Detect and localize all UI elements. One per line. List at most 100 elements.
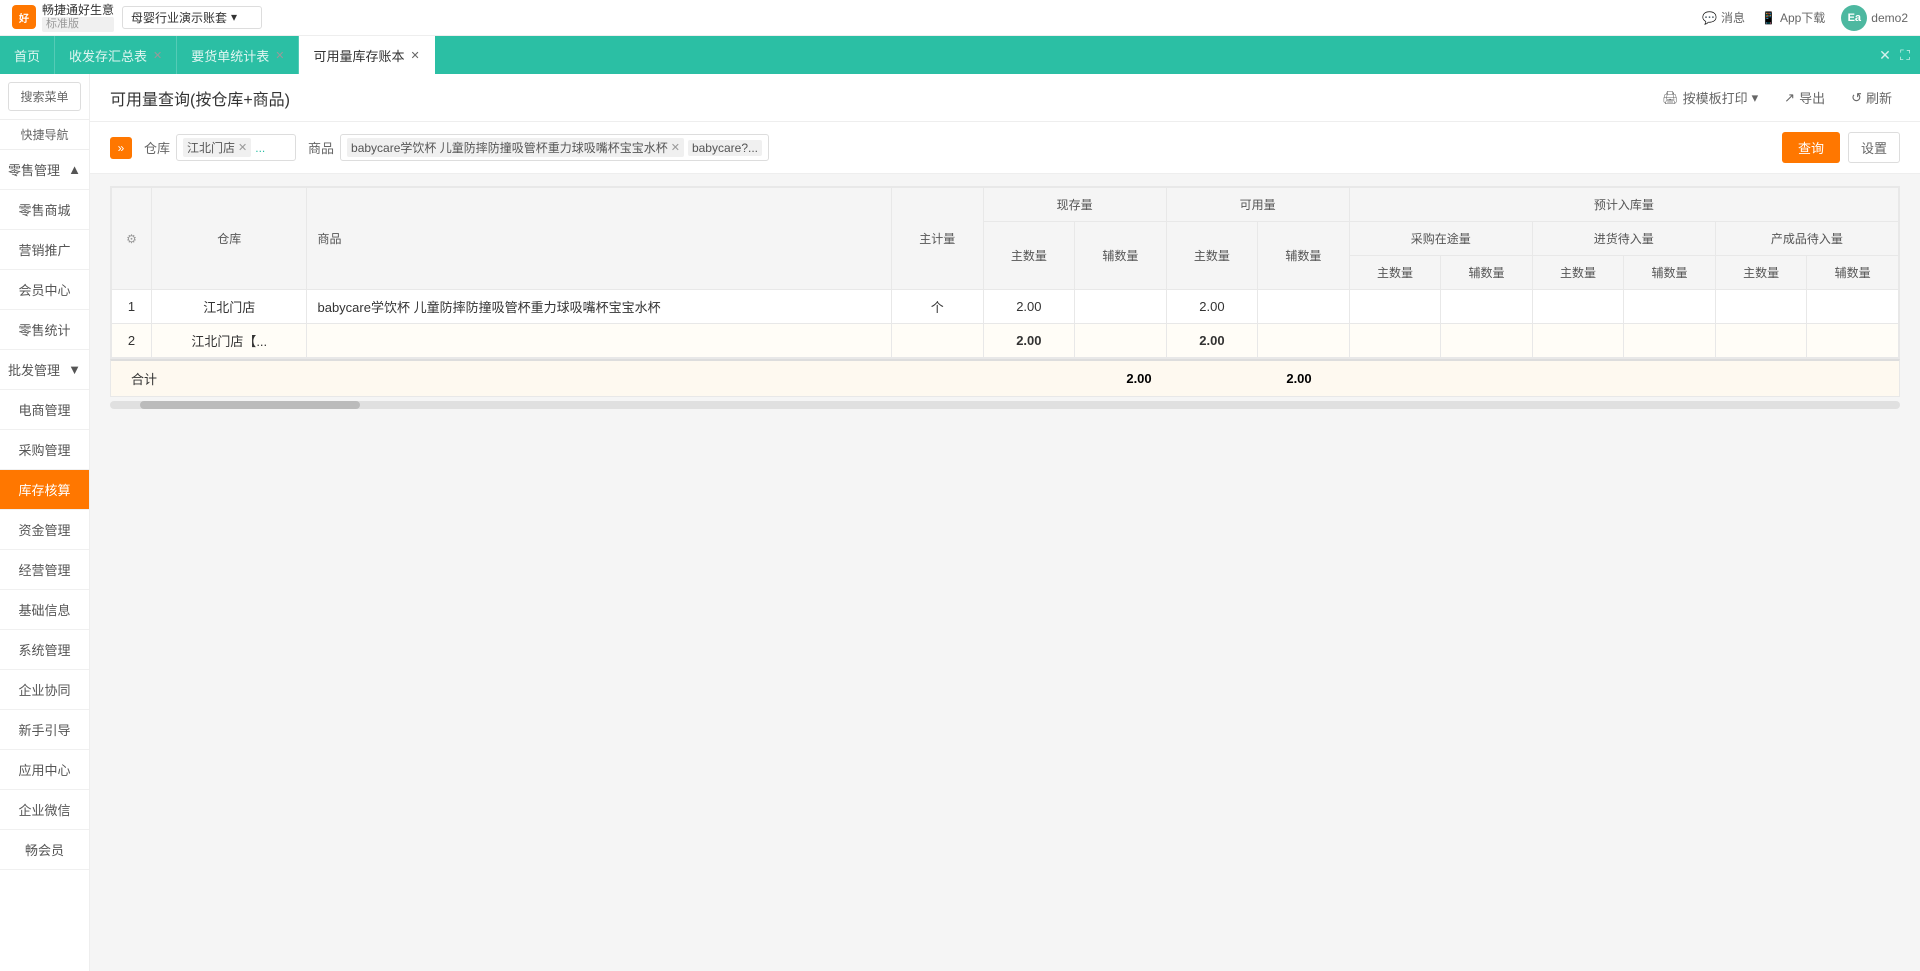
sidebar-item-enterprise[interactable]: 企业协同 (0, 670, 89, 710)
close-window-btn[interactable]: ✕ (1878, 48, 1892, 62)
th-purchase-main: 主数量 (1349, 256, 1441, 290)
footer-avail-aux (1339, 371, 1419, 386)
table-container: ⚙ 仓库 商品 主计量 现存量 可用量 预计入库量 主数量 辅数量 (110, 186, 1900, 359)
nav-tabs: 首页 收发存汇总表 ✕ 要货单统计表 ✕ 可用量库存账本 ✕ ✕ ⛶ (0, 36, 1920, 74)
cell-production-aux-1 (1807, 290, 1899, 324)
sidebar-item-wholesale-mgmt[interactable]: 批发管理 ▼ (0, 350, 89, 390)
sidebar-item-retail-mgmt[interactable]: 零售管理 ▲ (0, 150, 89, 190)
footer-stock-aux (1179, 371, 1259, 386)
th-settings[interactable]: ⚙ (112, 188, 152, 290)
th-production-main: 主数量 (1715, 256, 1807, 290)
sidebar-item-ecommerce[interactable]: 电商管理 (0, 390, 89, 430)
sidebar-item-finance[interactable]: 资金管理 (0, 510, 89, 550)
sidebar-item-new-guide[interactable]: 新手引导 (0, 710, 89, 750)
search-menu-btn[interactable]: 搜索菜单 (8, 82, 81, 111)
sidebar-item-inventory-check[interactable]: 库存核算 (0, 470, 89, 510)
sidebar-item-retail-stats[interactable]: 零售统计 (0, 310, 89, 350)
print-btn[interactable]: 🖨 按模板打印 ▾ (1654, 84, 1766, 111)
th-purchase-transit: 采购在途量 (1349, 222, 1532, 256)
sidebar-item-retail-mall[interactable]: 零售商城 (0, 190, 89, 230)
remove-warehouse-tag[interactable]: ✕ (238, 141, 247, 154)
cell-purchase-aux-1 (1441, 290, 1533, 324)
message-btn[interactable]: 💬 消息 (1702, 9, 1745, 26)
product-input[interactable]: babycare学饮杯 儿童防摔防撞吸管杯重力球吸嘴杯宝宝水杯 ✕ babyca… (340, 134, 769, 161)
th-stock-aux: 辅数量 (1075, 222, 1167, 290)
data-table: ⚙ 仓库 商品 主计量 现存量 可用量 预计入库量 主数量 辅数量 (111, 187, 1899, 358)
cell-seq-2: 2 (112, 324, 152, 358)
sidebar-item-vip[interactable]: 畅会员 (0, 830, 89, 870)
export-icon: ↗ (1784, 90, 1795, 106)
sidebar-item-purchase[interactable]: 采购管理 (0, 430, 89, 470)
settings-icon[interactable]: ⚙ (126, 232, 137, 246)
footer-label: 合计 (111, 369, 231, 388)
filter-actions: 查询 设置 (1782, 132, 1900, 163)
app-download-btn[interactable]: 📱 App下载 (1761, 9, 1825, 26)
logo-text: 畅捷通好生意 (42, 3, 114, 17)
user-menu[interactable]: Ea demo2 (1841, 5, 1908, 31)
cell-purchase-aux-2 (1441, 324, 1533, 358)
cell-purchase-main-1 (1349, 290, 1441, 324)
tab-receipts[interactable]: 收发存汇总表 ✕ (55, 36, 177, 74)
warehouse-more[interactable]: ... (255, 141, 265, 155)
cell-inbound-aux-1 (1624, 290, 1716, 324)
cell-production-main-1 (1715, 290, 1807, 324)
th-production-pending: 产成品待入量 (1715, 222, 1898, 256)
page-title: 可用量查询(按仓库+商品) (110, 86, 290, 110)
sidebar-item-enterprise-wechat[interactable]: 企业微信 (0, 790, 89, 830)
sidebar-item-basic-info[interactable]: 基础信息 (0, 590, 89, 630)
sidebar-item-member[interactable]: 会员中心 (0, 270, 89, 310)
product-label: 商品 (308, 138, 334, 157)
content-area: 可用量查询(按仓库+商品) 🖨 按模板打印 ▾ ↗ 导出 ↺ 刷新 » (90, 74, 1920, 971)
tab-orders[interactable]: 要货单统计表 ✕ (177, 36, 299, 74)
query-btn[interactable]: 查询 (1782, 132, 1840, 163)
th-production-aux: 辅数量 (1807, 256, 1899, 290)
cell-inbound-main-2 (1532, 324, 1624, 358)
warehouse-filter: 仓库 江北门店 ✕ ... (144, 134, 296, 161)
table-row: 1 江北门店 babycare学饮杯 儿童防摔防撞吸管杯重力球吸嘴杯宝宝水杯 个… (112, 290, 1899, 324)
refresh-btn[interactable]: ↺ 刷新 (1843, 84, 1900, 111)
warehouse-input[interactable]: 江北门店 ✕ ... (176, 134, 296, 161)
quick-nav-btn[interactable]: 快捷导航 (0, 120, 89, 150)
cell-stock-main-1: 2.00 (983, 290, 1075, 324)
th-inbound-pending: 进货待入量 (1532, 222, 1715, 256)
sidebar-item-marketing[interactable]: 营销推广 (0, 230, 89, 270)
filter-expand-btn[interactable]: » (110, 137, 132, 159)
industry-select[interactable]: 母婴行业演示账套 ▾ (122, 6, 262, 29)
sidebar-item-sys-mgmt[interactable]: 系统管理 (0, 630, 89, 670)
th-avail-aux: 辅数量 (1258, 222, 1350, 290)
tab-inventory[interactable]: 可用量库存账本 ✕ (299, 36, 434, 74)
page-header: 可用量查询(按仓库+商品) 🖨 按模板打印 ▾ ↗ 导出 ↺ 刷新 (90, 74, 1920, 122)
th-inbound-aux: 辅数量 (1624, 256, 1716, 290)
scrollbar-thumb[interactable] (140, 401, 360, 409)
close-receipts-tab[interactable]: ✕ (153, 49, 162, 62)
product-filter: 商品 babycare学饮杯 儿童防摔防撞吸管杯重力球吸嘴杯宝宝水杯 ✕ bab… (308, 134, 769, 161)
cell-unit-1: 个 (892, 290, 984, 324)
th-available: 可用量 (1166, 188, 1349, 222)
th-product: 商品 (307, 188, 892, 290)
avatar: Ea (1841, 5, 1867, 31)
logo-area: 好 畅捷通好生意 标准版 (12, 3, 114, 33)
cell-avail-aux-2 (1258, 324, 1350, 358)
warehouse-label: 仓库 (144, 138, 170, 157)
message-icon: 💬 (1702, 11, 1717, 25)
export-btn[interactable]: ↗ 导出 (1776, 84, 1833, 111)
tab-home[interactable]: 首页 (0, 36, 55, 74)
cell-stock-main-2: 2.00 (983, 324, 1075, 358)
th-inbound-main: 主数量 (1532, 256, 1624, 290)
settings-btn[interactable]: 设置 (1848, 132, 1900, 163)
product-tag-2: babycare?... (688, 140, 762, 156)
cell-unit-2 (892, 324, 984, 358)
sidebar-item-operations[interactable]: 经营管理 (0, 550, 89, 590)
th-planned-inbound: 预计入库量 (1349, 188, 1898, 222)
download-icon: 📱 (1761, 11, 1776, 25)
th-purchase-aux: 辅数量 (1441, 256, 1533, 290)
remove-product-tag-1[interactable]: ✕ (671, 141, 680, 154)
close-orders-tab[interactable]: ✕ (275, 49, 284, 62)
sidebar-item-app-center[interactable]: 应用中心 (0, 750, 89, 790)
footer-stock-main: 2.00 (1099, 371, 1179, 386)
th-unit: 主计量 (892, 188, 984, 290)
filter-bar: » 仓库 江北门店 ✕ ... 商品 babycare学饮杯 儿童防摔防撞吸管杯… (90, 122, 1920, 174)
maximize-btn[interactable]: ⛶ (1898, 48, 1912, 62)
close-inventory-tab[interactable]: ✕ (411, 49, 420, 62)
cell-product-2 (307, 324, 892, 358)
